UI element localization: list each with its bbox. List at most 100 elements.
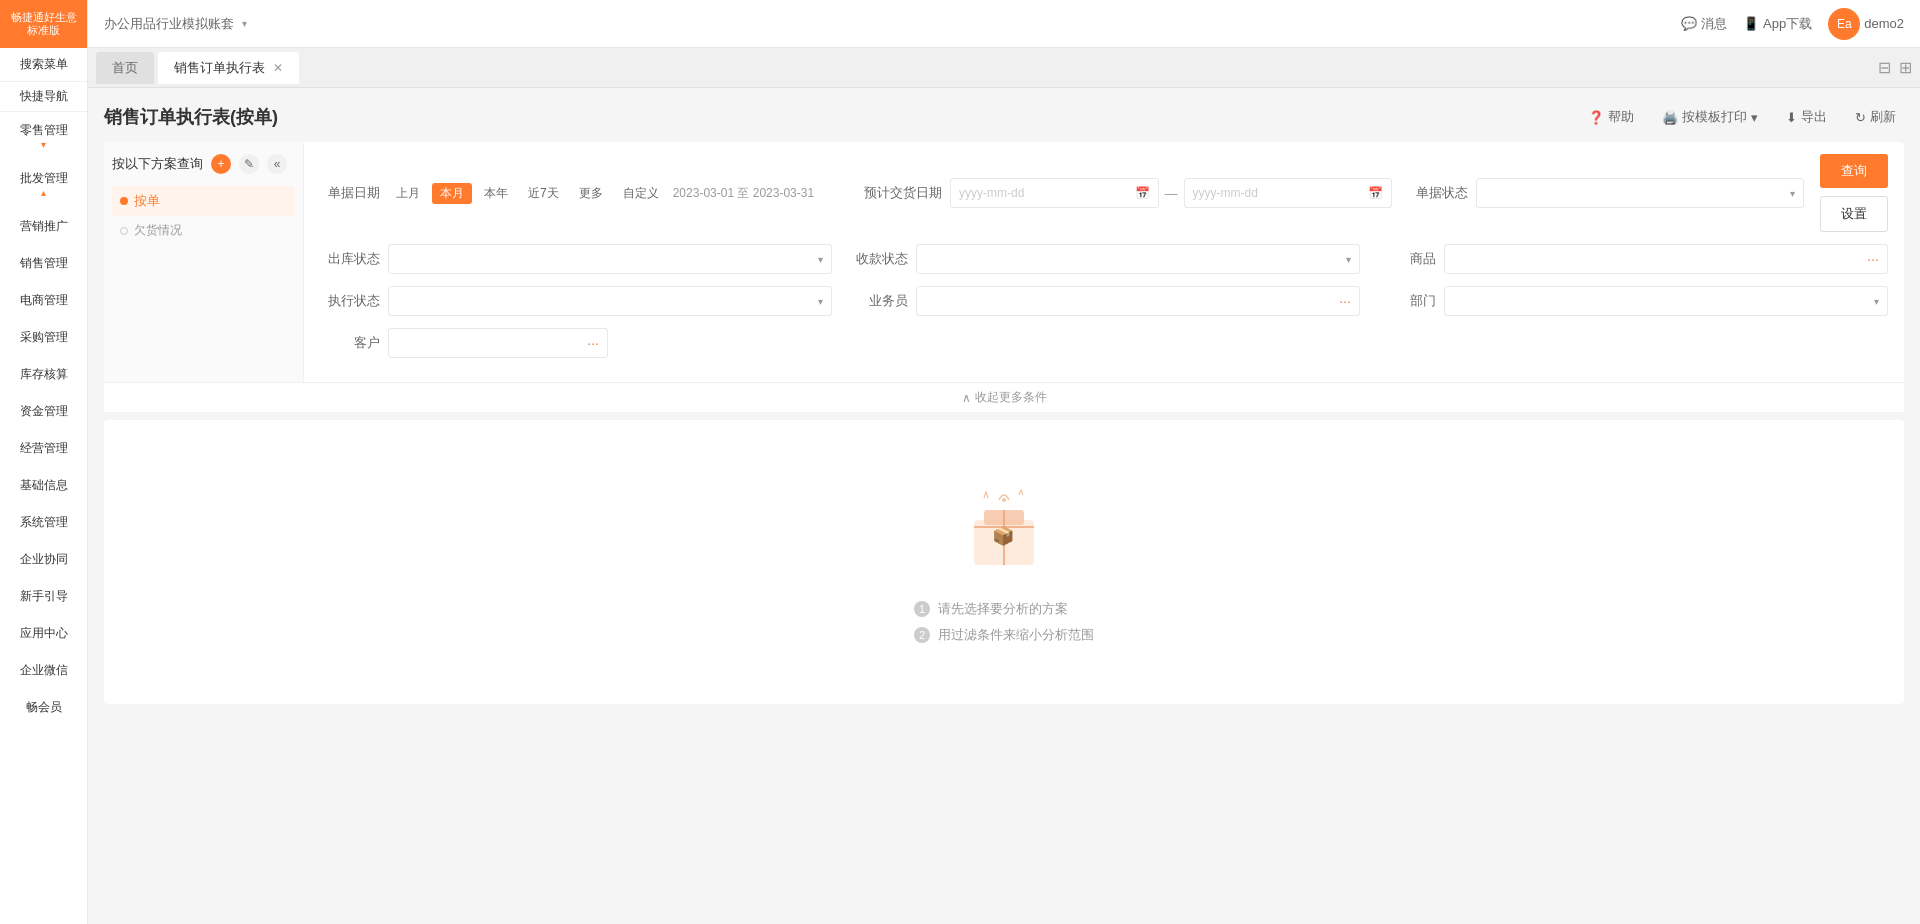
action-buttons-group: 查询 设置 <box>1820 154 1888 232</box>
content-area: 销售订单执行表(按单) ❓ 帮助 🖨️ 按模板打印 ▾ ⬇ 导出 ↻ 刷新 <box>88 88 1920 924</box>
filter-panel: 按以下方案查询 + ✎ « 按单 欠货情况 <box>104 142 1904 412</box>
member-label: 畅会员 <box>26 699 62 716</box>
svg-text:📦: 📦 <box>992 525 1015 547</box>
status-select[interactable]: ▾ <box>1476 178 1804 208</box>
sidebar-item-inventory[interactable]: 库存核算 <box>0 356 87 393</box>
user-name: demo2 <box>1864 16 1904 31</box>
breadcrumb-dropdown-icon[interactable]: ▾ <box>242 18 247 29</box>
main-area: 办公用品行业模拟账套 ▾ 💬 消息 📱 App下载 Ea demo2 首页 <box>88 0 1920 924</box>
sidebar-item-wechat[interactable]: 企业微信 <box>0 652 87 689</box>
payment-select[interactable]: ▾ <box>916 244 1360 274</box>
add-scheme-button[interactable]: + <box>211 154 231 174</box>
wholesale-arrow: ▴ <box>41 187 46 198</box>
sidebar-quick-nav[interactable]: 快捷导航 <box>0 82 87 112</box>
sidebar-item-basic[interactable]: 基础信息 <box>0 467 87 504</box>
sidebar-item-wholesale[interactable]: 批发管理 ▴ <box>0 160 87 208</box>
breadcrumb-text: 办公用品行业模拟账套 <box>104 15 234 33</box>
filter-scheme-title: 按以下方案查询 <box>112 155 203 173</box>
tab-close-icon[interactable]: ✕ <box>273 61 283 75</box>
exec-select[interactable]: ▾ <box>388 286 832 316</box>
sidebar-item-purchase[interactable]: 采购管理 <box>0 319 87 356</box>
date-btn-this-month[interactable]: 本月 <box>432 183 472 204</box>
filter-body: 按以下方案查询 + ✎ « 按单 欠货情况 <box>104 142 1904 382</box>
status-arrow: ▾ <box>1790 188 1795 199</box>
filter-field-customer: 客户 ··· <box>320 328 1104 358</box>
print-arrow: ▾ <box>1751 110 1758 125</box>
tab-sales-order[interactable]: 销售订单执行表 ✕ <box>158 52 299 84</box>
topbar-left: 办公用品行业模拟账套 ▾ <box>104 15 247 33</box>
tab-home[interactable]: 首页 <box>96 52 154 84</box>
app-download-button[interactable]: 📱 App下载 <box>1743 15 1812 33</box>
tab-sales-order-label: 销售订单执行表 <box>174 59 265 77</box>
customer-more-icon[interactable]: ··· <box>587 335 599 351</box>
query-button[interactable]: 查询 <box>1820 154 1888 188</box>
sidebar-logo: 畅捷通好生意 标准版 <box>0 0 87 48</box>
print-button[interactable]: 🖨️ 按模板打印 ▾ <box>1654 104 1766 130</box>
salesman-more-icon[interactable]: ··· <box>1339 293 1351 309</box>
export-button[interactable]: ⬇ 导出 <box>1778 104 1835 130</box>
help-icon: ❓ <box>1588 110 1604 125</box>
message-icon: 💬 <box>1681 16 1697 31</box>
scheme-item-label2: 欠货情况 <box>134 222 182 239</box>
product-select[interactable]: ··· <box>1444 244 1888 274</box>
newbie-label: 新手引导 <box>20 588 68 605</box>
expected-date-label: 预计交货日期 <box>864 184 942 202</box>
marketing-label: 营销推广 <box>20 218 68 235</box>
page-header: 销售订单执行表(按单) ❓ 帮助 🖨️ 按模板打印 ▾ ⬇ 导出 ↻ 刷新 <box>104 104 1904 130</box>
app-download-icon: 📱 <box>1743 16 1759 31</box>
customer-select[interactable]: ··· <box>388 328 608 358</box>
date-btn-last-month[interactable]: 上月 <box>388 183 428 204</box>
collapse-bar[interactable]: ∧ 收起更多条件 <box>104 382 1904 412</box>
system-label: 系统管理 <box>20 514 68 531</box>
setting-button[interactable]: 设置 <box>1820 196 1888 232</box>
sidebar-item-ecommerce[interactable]: 电商管理 <box>0 282 87 319</box>
calendar-icon-2: 📅 <box>1368 186 1383 200</box>
date-quick-buttons: 上月 本月 本年 近7天 更多 自定义 <box>388 183 667 204</box>
date-btn-more[interactable]: 更多 <box>571 183 611 204</box>
expected-date-start[interactable]: yyyy-mm-dd 📅 <box>950 178 1159 208</box>
filter-fields-panel: 单据日期 上月 本月 本年 近7天 更多 自定义 20 <box>304 142 1904 382</box>
sidebar-item-finance[interactable]: 资金管理 <box>0 393 87 430</box>
scheme-item-single[interactable]: 按单 <box>112 186 295 216</box>
edit-scheme-button[interactable]: ✎ <box>239 154 259 174</box>
apps-label: 应用中心 <box>20 625 68 642</box>
svg-point-4 <box>1002 498 1006 502</box>
dept-select[interactable]: ▾ <box>1444 286 1888 316</box>
product-more-icon[interactable]: ··· <box>1867 251 1879 267</box>
salesman-select[interactable]: ··· <box>916 286 1360 316</box>
filter-scheme-header: 按以下方案查询 + ✎ « <box>112 154 295 174</box>
sidebar-item-marketing[interactable]: 营销推广 <box>0 208 87 245</box>
date-btn-this-year[interactable]: 本年 <box>476 183 516 204</box>
message-button[interactable]: 💬 消息 <box>1681 15 1727 33</box>
sidebar-item-member[interactable]: 畅会员 <box>0 689 87 726</box>
tab-maximize-icon[interactable]: ⊞ <box>1899 58 1912 77</box>
collapse-scheme-button[interactable]: « <box>267 154 287 174</box>
quick-nav-label: 快捷导航 <box>20 88 68 105</box>
sidebar-item-sales[interactable]: 销售管理 <box>0 245 87 282</box>
sidebar-item-newbie[interactable]: 新手引导 <box>0 578 87 615</box>
sidebar-search-menu[interactable]: 搜索菜单 <box>0 48 87 82</box>
tab-minimize-icon[interactable]: ⊟ <box>1878 58 1891 77</box>
exec-label: 执行状态 <box>320 292 380 310</box>
sidebar-item-apps[interactable]: 应用中心 <box>0 615 87 652</box>
search-menu-label: 搜索菜单 <box>20 57 68 71</box>
logo-text: 畅捷通好生意 <box>11 11 77 24</box>
sidebar-item-retail[interactable]: 零售管理 ▾ <box>0 112 87 160</box>
help-label: 帮助 <box>1608 108 1634 126</box>
delivery-select[interactable]: ▾ <box>388 244 832 274</box>
app-download-label: App下载 <box>1763 15 1812 33</box>
date-btn-7days[interactable]: 近7天 <box>520 183 567 204</box>
expected-date-end[interactable]: yyyy-mm-dd 📅 <box>1184 178 1393 208</box>
date-btn-custom[interactable]: 自定义 <box>615 183 667 204</box>
scheme-item-shortage[interactable]: 欠货情况 <box>112 216 295 245</box>
user-menu[interactable]: Ea demo2 <box>1828 8 1904 40</box>
filter-field-salesman: 业务员 ··· <box>848 286 1360 316</box>
sidebar-item-operations[interactable]: 经营管理 <box>0 430 87 467</box>
filter-field-dept: 部门 ▾ <box>1376 286 1888 316</box>
help-button[interactable]: ❓ 帮助 <box>1580 104 1642 130</box>
refresh-button[interactable]: ↻ 刷新 <box>1847 104 1904 130</box>
print-label: 按模板打印 <box>1682 108 1747 126</box>
sidebar-item-system[interactable]: 系统管理 <box>0 504 87 541</box>
sidebar-item-corp[interactable]: 企业协同 <box>0 541 87 578</box>
page-title: 销售订单执行表(按单) <box>104 105 278 129</box>
